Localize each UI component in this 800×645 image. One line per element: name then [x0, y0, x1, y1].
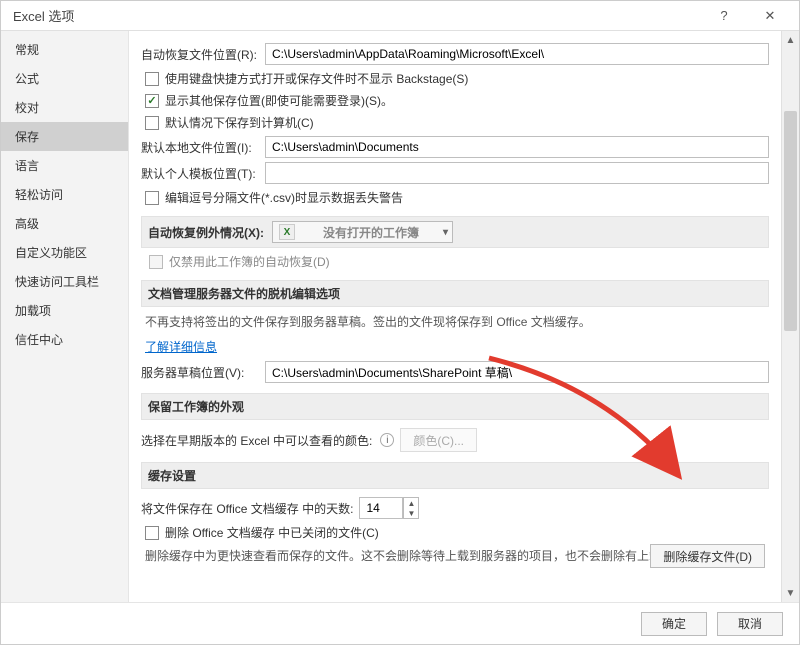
section-document-server: 文档管理服务器文件的脱机编辑选项 [141, 280, 769, 307]
default-local-location-input[interactable] [265, 136, 769, 158]
learn-more-link[interactable]: 了解详细信息 [145, 340, 217, 354]
autorecover-location-label: 自动恢复文件位置(R): [141, 46, 259, 63]
checkbox-csv-warning[interactable] [145, 191, 159, 205]
info-icon[interactable]: i [380, 433, 394, 447]
scroll-down-icon[interactable]: ▼ [782, 584, 799, 602]
server-draft-location-input[interactable] [265, 361, 769, 383]
section-cache-settings: 缓存设置 [141, 462, 769, 489]
titlebar: Excel 选项 ? ✕ [1, 1, 799, 31]
vertical-scrollbar[interactable]: ▲ ▼ [781, 31, 799, 602]
sidebar-item-quick-access[interactable]: 快速访问工具栏 [1, 267, 128, 296]
section-autorecover-exceptions: 自动恢复例外情况(X): [148, 224, 264, 241]
default-local-location-label: 默认本地文件位置(I): [141, 139, 259, 156]
cache-days-label: 将文件保存在 Office 文档缓存 中的天数: [141, 500, 353, 517]
spinner-down-icon[interactable]: ▼ [404, 508, 418, 518]
checkbox-save-to-computer-label: 默认情况下保存到计算机(C) [165, 114, 314, 131]
checkbox-delete-closed-cache-label: 删除 Office 文档缓存 中已关闭的文件(C) [165, 524, 379, 541]
sidebar-item-trust-center[interactable]: 信任中心 [1, 325, 128, 354]
sidebar-item-ease-of-access[interactable]: 轻松访问 [1, 180, 128, 209]
checkbox-show-other-locations-label: 显示其他保存位置(即使可能需要登录)(S)。 [165, 92, 393, 109]
settings-pane: 自动恢复文件位置(R): 使用键盘快捷方式打开或保存文件时不显示 Backsta… [129, 31, 781, 602]
checkbox-save-to-computer[interactable] [145, 116, 159, 130]
ok-button[interactable]: 确定 [641, 612, 707, 636]
checkbox-hide-backstage-label: 使用键盘快捷方式打开或保存文件时不显示 Backstage(S) [165, 70, 468, 87]
checkbox-delete-closed-cache[interactable] [145, 526, 159, 540]
scroll-up-icon[interactable]: ▲ [782, 31, 799, 49]
sidebar-item-proofing[interactable]: 校对 [1, 93, 128, 122]
chevron-down-icon: ▾ [443, 227, 448, 238]
excel-icon: X [279, 224, 295, 240]
sidebar-item-addins[interactable]: 加载项 [1, 296, 128, 325]
document-server-description: 不再支持将签出的文件保存到服务器草稿。签出的文件现将保存到 Office 文档缓… [145, 313, 769, 332]
checkbox-csv-warning-label: 编辑逗号分隔文件(*.csv)时显示数据丢失警告 [165, 189, 403, 206]
sidebar-item-general[interactable]: 常规 [1, 35, 128, 64]
checkbox-disable-autorecover-label: 仅禁用此工作簿的自动恢复(D) [169, 253, 330, 270]
appearance-description: 选择在早期版本的 Excel 中可以查看的颜色: [141, 432, 372, 449]
section-preserve-appearance: 保留工作簿的外观 [141, 393, 769, 420]
close-button[interactable]: ✕ [747, 1, 793, 31]
sidebar: 常规 公式 校对 保存 语言 轻松访问 高级 自定义功能区 快速访问工具栏 加载… [1, 31, 129, 602]
default-template-location-input[interactable] [265, 162, 769, 184]
sidebar-item-formulas[interactable]: 公式 [1, 64, 128, 93]
autorecover-location-input[interactable] [265, 43, 769, 65]
dialog-footer: 确定 取消 [1, 602, 799, 644]
server-draft-location-label: 服务器草稿位置(V): [141, 364, 259, 381]
spinner-up-icon[interactable]: ▲ [404, 498, 418, 508]
sidebar-item-language[interactable]: 语言 [1, 151, 128, 180]
sidebar-item-advanced[interactable]: 高级 [1, 209, 128, 238]
sidebar-item-customize-ribbon[interactable]: 自定义功能区 [1, 238, 128, 267]
delete-cached-files-button[interactable]: 删除缓存文件(D) [650, 544, 765, 568]
default-template-location-label: 默认个人模板位置(T): [141, 165, 259, 182]
sidebar-item-save[interactable]: 保存 [1, 122, 128, 151]
colors-button[interactable]: 颜色(C)... [400, 428, 477, 452]
scrollbar-thumb[interactable] [784, 111, 797, 331]
help-button[interactable]: ? [701, 1, 747, 31]
cache-days-input[interactable] [359, 497, 403, 519]
cache-days-spinner[interactable]: ▲ ▼ [359, 497, 419, 519]
checkbox-disable-autorecover [149, 255, 163, 269]
checkbox-show-other-locations[interactable] [145, 94, 159, 108]
autorecover-workbook-dropdown[interactable]: X 没有打开的工作簿 ▾ [272, 221, 453, 243]
checkbox-hide-backstage[interactable] [145, 72, 159, 86]
window-title: Excel 选项 [13, 6, 74, 25]
cancel-button[interactable]: 取消 [717, 612, 783, 636]
